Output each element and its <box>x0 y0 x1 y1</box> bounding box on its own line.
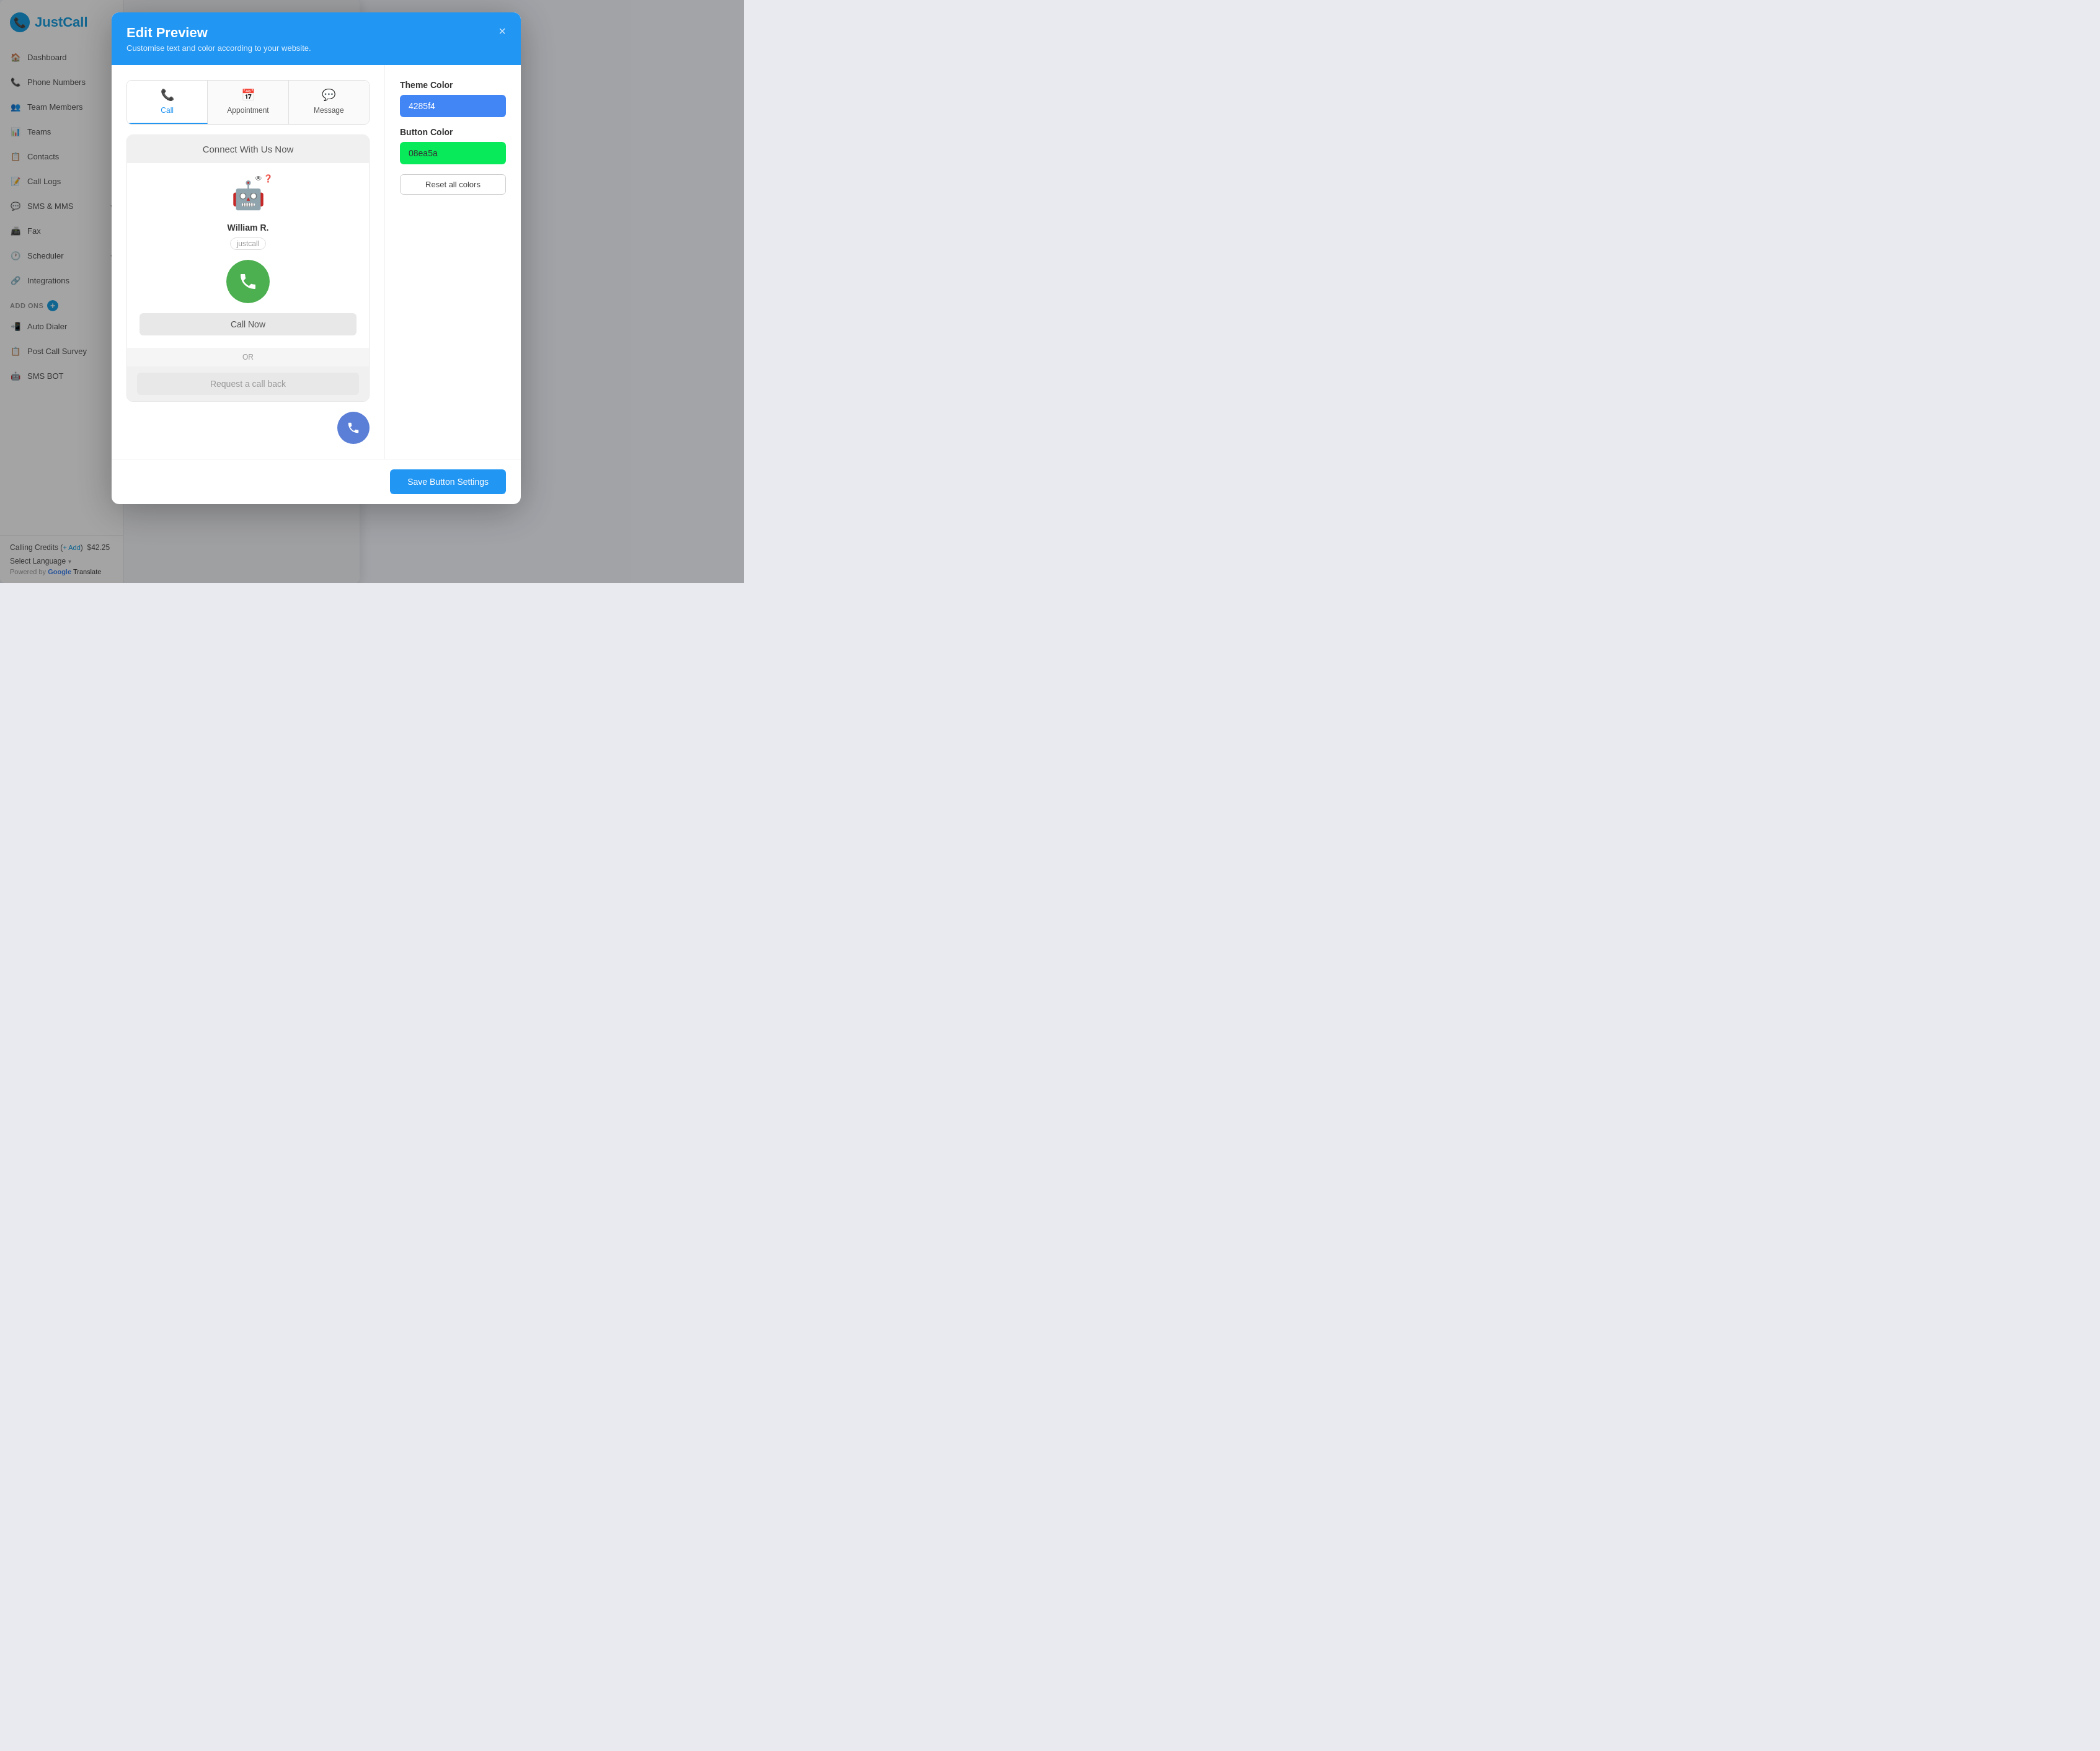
request-callback-button[interactable]: Request a call back <box>137 373 359 395</box>
theme-color-label: Theme Color <box>400 80 506 90</box>
avatar-icons: 👁 ❓ <box>255 174 273 183</box>
agent-tag: justcall <box>230 237 267 250</box>
reset-colors-button[interactable]: Reset all colors <box>400 174 506 195</box>
call-button[interactable] <box>226 260 270 303</box>
tab-appointment[interactable]: 📅 Appointment <box>208 81 288 124</box>
eye-icon: 👁 <box>255 174 262 183</box>
tab-call[interactable]: 📞 Call <box>127 81 208 124</box>
call-now-button[interactable]: Call Now <box>140 313 357 335</box>
call-tab-label: Call <box>161 106 174 115</box>
appointment-tab-icon: 📅 <box>213 88 283 102</box>
preview-content: 🤖 👁 ❓ William R. justcall Call Now <box>127 163 369 348</box>
or-divider: OR <box>127 348 369 366</box>
edit-preview-modal: Edit Preview Customise text and color ac… <box>112 12 521 504</box>
message-tab-icon: 💬 <box>294 88 364 102</box>
modal-right-panel: Theme Color Button Color Reset all color… <box>384 65 521 459</box>
agent-avatar-wrap: 🤖 👁 ❓ <box>228 175 268 215</box>
modal-title: Edit Preview <box>126 25 311 41</box>
message-tab-label: Message <box>314 106 344 115</box>
theme-color-input[interactable] <box>400 95 506 117</box>
button-color-label: Button Color <box>400 127 506 137</box>
button-color-input[interactable] <box>400 142 506 164</box>
modal-footer: Save Button Settings <box>112 459 521 504</box>
tab-message[interactable]: 💬 Message <box>289 81 369 124</box>
preview-tabs: 📞 Call 📅 Appointment 💬 Message <box>126 80 370 125</box>
modal-header: Edit Preview Customise text and color ac… <box>112 12 521 65</box>
save-button[interactable]: Save Button Settings <box>390 469 506 494</box>
agent-name: William R. <box>228 223 269 233</box>
modal-close-button[interactable]: × <box>498 25 506 37</box>
appointment-tab-label: Appointment <box>227 106 268 115</box>
question-icon: ❓ <box>264 174 273 183</box>
modal-subtitle: Customise text and color according to yo… <box>126 43 311 53</box>
floating-call-button[interactable] <box>337 412 370 444</box>
call-tab-icon: 📞 <box>132 88 202 102</box>
preview-header: Connect With Us Now <box>127 135 369 163</box>
preview-card: Connect With Us Now 🤖 👁 ❓ William R. jus… <box>126 135 370 402</box>
